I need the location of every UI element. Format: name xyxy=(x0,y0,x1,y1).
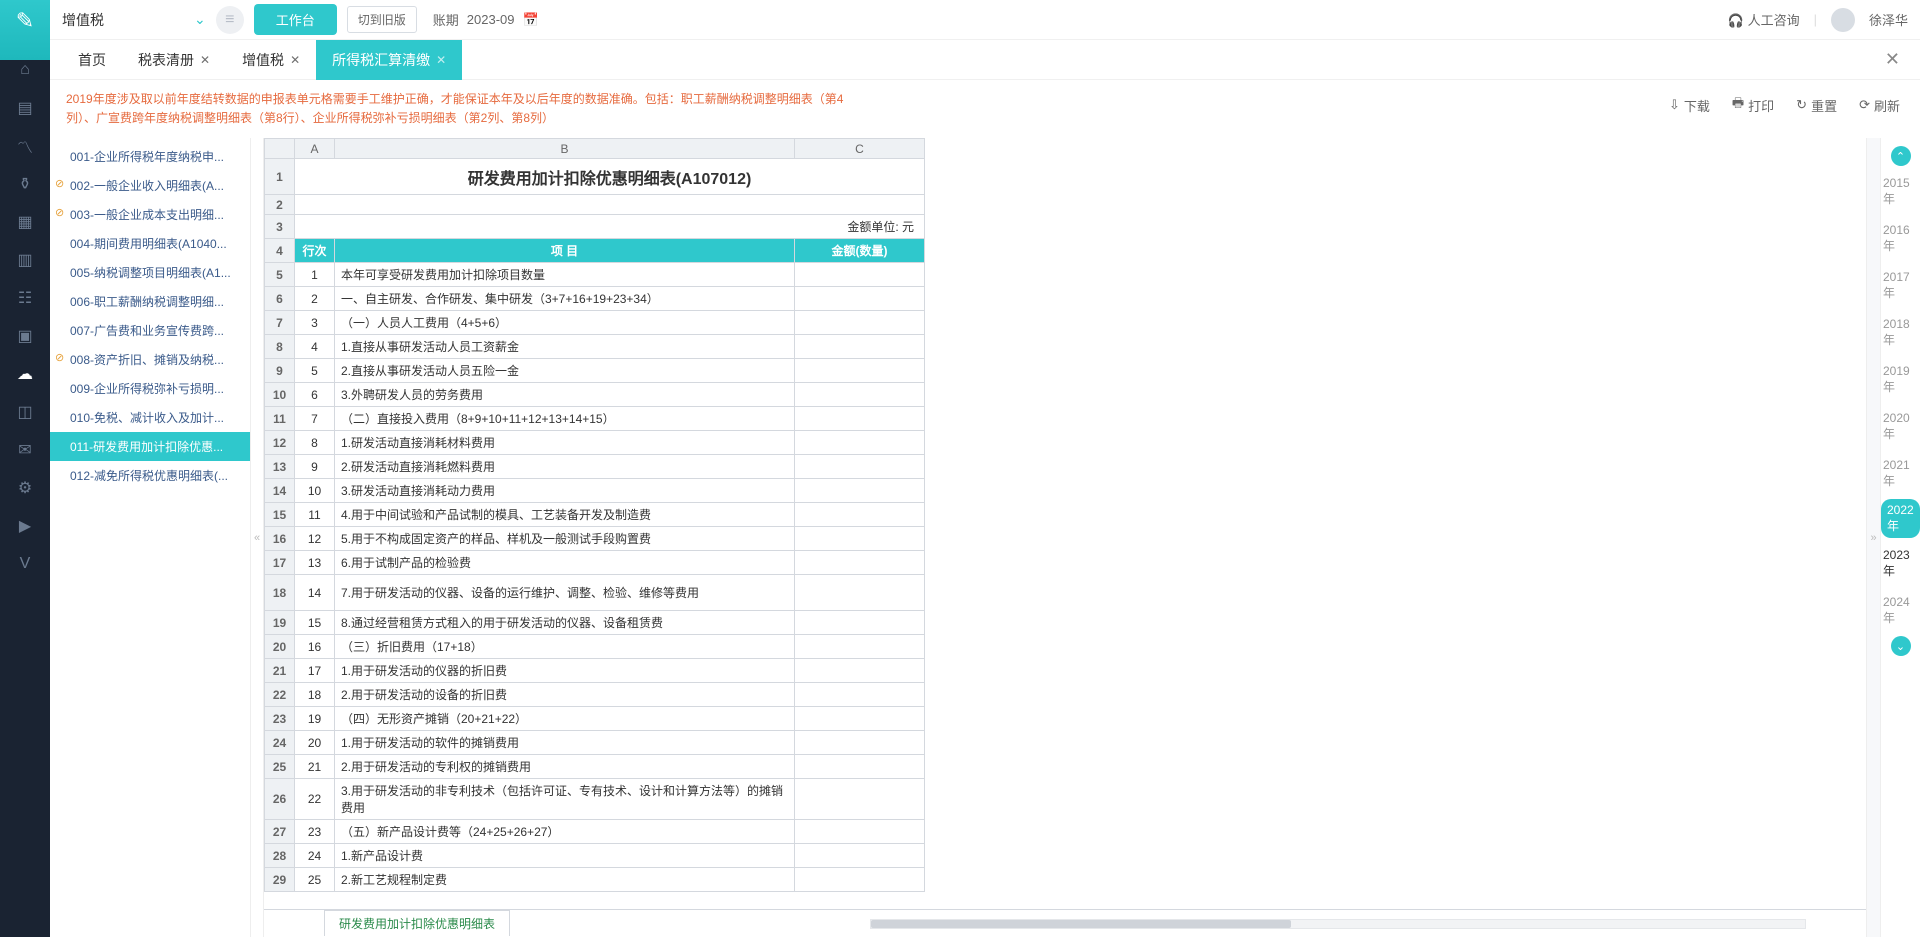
period-label: 账期 xyxy=(433,10,459,29)
home-icon[interactable]: ⌂ xyxy=(15,60,35,80)
consult-link[interactable]: 🎧 人工咨询 xyxy=(1728,10,1800,29)
tab[interactable]: 税表清册✕ xyxy=(122,40,226,80)
tax-icon[interactable]: ☁ xyxy=(15,364,35,384)
refresh-button[interactable]: ⟳ 刷新 xyxy=(1859,94,1900,116)
form-tree: 001-企业所得税年度纳税申...002-一般企业收入明细表(A...003-一… xyxy=(50,138,250,937)
report-icon[interactable]: ▥ xyxy=(15,250,35,270)
year-option[interactable]: 2020年 xyxy=(1881,405,1920,448)
tree-node[interactable]: 007-广告费和业务宣传费跨... xyxy=(50,316,250,345)
horizontal-scrollbar[interactable] xyxy=(870,919,1806,929)
tab[interactable]: 首页 xyxy=(62,40,122,80)
tax-type-label: 增值税 xyxy=(62,10,104,30)
calendar-icon[interactable]: ▣ xyxy=(15,326,35,346)
toolbar: ⇩ 下载 🖶 打印 ↻ 重置 ⟳ 刷新 xyxy=(1669,80,1920,116)
tree-node[interactable]: 003-一般企业成本支出明细... xyxy=(50,200,250,229)
switch-old-button[interactable]: 切到旧版 xyxy=(347,6,417,33)
sheet-tab[interactable]: 研发费用加计扣除优惠明细表 xyxy=(324,910,510,936)
inbox-icon[interactable]: ✉ xyxy=(15,440,35,460)
tree-node[interactable]: 011-研发费用加计扣除优惠... xyxy=(50,432,250,461)
left-nav-rail: ✎ ⌂ ▤ 〽 ⚱ ▦ ▥ ☷ ▣ ☁ ◫ ✉ ⚙ ▶ V xyxy=(0,0,50,937)
topbar: 增值税 ⌄ ≡ 工作台 切到旧版 账期 2023-09 📅 🎧 人工咨询 | 徐… xyxy=(50,0,1920,40)
chevron-down-icon: ⌄ xyxy=(194,11,206,28)
tabs: 首页税表清册✕增值税✕所得税汇算清缴✕✕ xyxy=(50,40,1920,80)
period-picker[interactable]: 账期 2023-09 📅 xyxy=(433,10,539,29)
ledger-icon[interactable]: ▤ xyxy=(15,98,35,118)
tree-node[interactable]: 004-期间费用明细表(A1040... xyxy=(50,229,250,258)
period-value: 2023-09 xyxy=(467,12,515,27)
table-icon[interactable]: ☷ xyxy=(15,288,35,308)
year-option[interactable]: 2024年 xyxy=(1881,589,1920,632)
year-option[interactable]: 2016年 xyxy=(1881,217,1920,260)
video-icon[interactable]: ▶ xyxy=(15,516,35,536)
avatar[interactable] xyxy=(1831,8,1855,32)
tree-node[interactable]: 012-减免所得税优惠明细表(... xyxy=(50,461,250,490)
tree-node[interactable]: 009-企业所得税弥补亏损明... xyxy=(50,374,250,403)
year-option[interactable]: 2019年 xyxy=(1881,358,1920,401)
year-down-button[interactable]: ⌄ xyxy=(1891,636,1911,656)
tab[interactable]: 增值税✕ xyxy=(226,40,316,80)
tax-type-dropdown[interactable]: 增值税 ⌄ xyxy=(62,10,206,30)
close-all-button[interactable]: ✕ xyxy=(1877,49,1908,70)
bag-icon[interactable]: ⚱ xyxy=(15,174,35,194)
workspace-button[interactable]: 工作台 xyxy=(254,4,337,35)
tab[interactable]: 所得税汇算清缴✕ xyxy=(316,40,462,80)
year-option[interactable]: 2023年 xyxy=(1881,542,1920,585)
year-option[interactable]: 2018年 xyxy=(1881,311,1920,354)
tree-node[interactable]: 010-免税、减计收入及加计... xyxy=(50,403,250,432)
archive-icon[interactable]: ◫ xyxy=(15,402,35,422)
year-rail: ⌃ 2015年 2016年 2017年 2018年 2019年 2020年 2021年 2022… xyxy=(1880,138,1920,937)
year-option[interactable]: 2022年 xyxy=(1881,499,1920,538)
calendar-icon: 📅 xyxy=(523,12,539,28)
warning-text: 2019年度涉及取以前年度结转数据的申报表单元格需要手工维护正确，才能保证本年及… xyxy=(50,80,870,138)
year-option[interactable]: 2015年 xyxy=(1881,170,1920,213)
close-icon[interactable]: ✕ xyxy=(290,53,300,67)
reset-button[interactable]: ↻ 重置 xyxy=(1796,94,1837,116)
tree-node[interactable]: 008-资产折旧、摊销及纳税... xyxy=(50,345,250,374)
sheet-tabs: 研发费用加计扣除优惠明细表 xyxy=(264,909,1866,937)
tree-node[interactable]: 002-一般企业收入明细表(A... xyxy=(50,171,250,200)
collapse-handle[interactable]: « xyxy=(250,138,264,937)
tree-node[interactable]: 006-职工薪酬纳税调整明细... xyxy=(50,287,250,316)
clipboard-icon[interactable]: ▦ xyxy=(15,212,35,232)
v-icon[interactable]: V xyxy=(15,554,35,574)
year-up-button[interactable]: ⌃ xyxy=(1891,146,1911,166)
settings-icon[interactable]: ⚙ xyxy=(15,478,35,498)
expand-handle[interactable]: » xyxy=(1866,138,1880,937)
spreadsheet[interactable]: ABC1研发费用加计扣除优惠明细表(A107012)23金额单位: 元4行次项 … xyxy=(264,138,1866,909)
tree-node[interactable]: 001-企业所得税年度纳税申... xyxy=(50,142,250,171)
download-button[interactable]: ⇩ 下载 xyxy=(1669,94,1710,116)
app-logo: ✎ xyxy=(16,8,34,34)
chart-icon[interactable]: 〽 xyxy=(15,136,35,156)
list-button[interactable]: ≡ xyxy=(216,6,244,34)
year-option[interactable]: 2021年 xyxy=(1881,452,1920,495)
user-name: 徐泽华 xyxy=(1869,10,1908,29)
close-icon[interactable]: ✕ xyxy=(436,53,446,67)
print-button[interactable]: 🖶 打印 xyxy=(1732,94,1774,116)
close-icon[interactable]: ✕ xyxy=(200,53,210,67)
year-option[interactable]: 2017年 xyxy=(1881,264,1920,307)
tree-node[interactable]: 005-纳税调整项目明细表(A1... xyxy=(50,258,250,287)
